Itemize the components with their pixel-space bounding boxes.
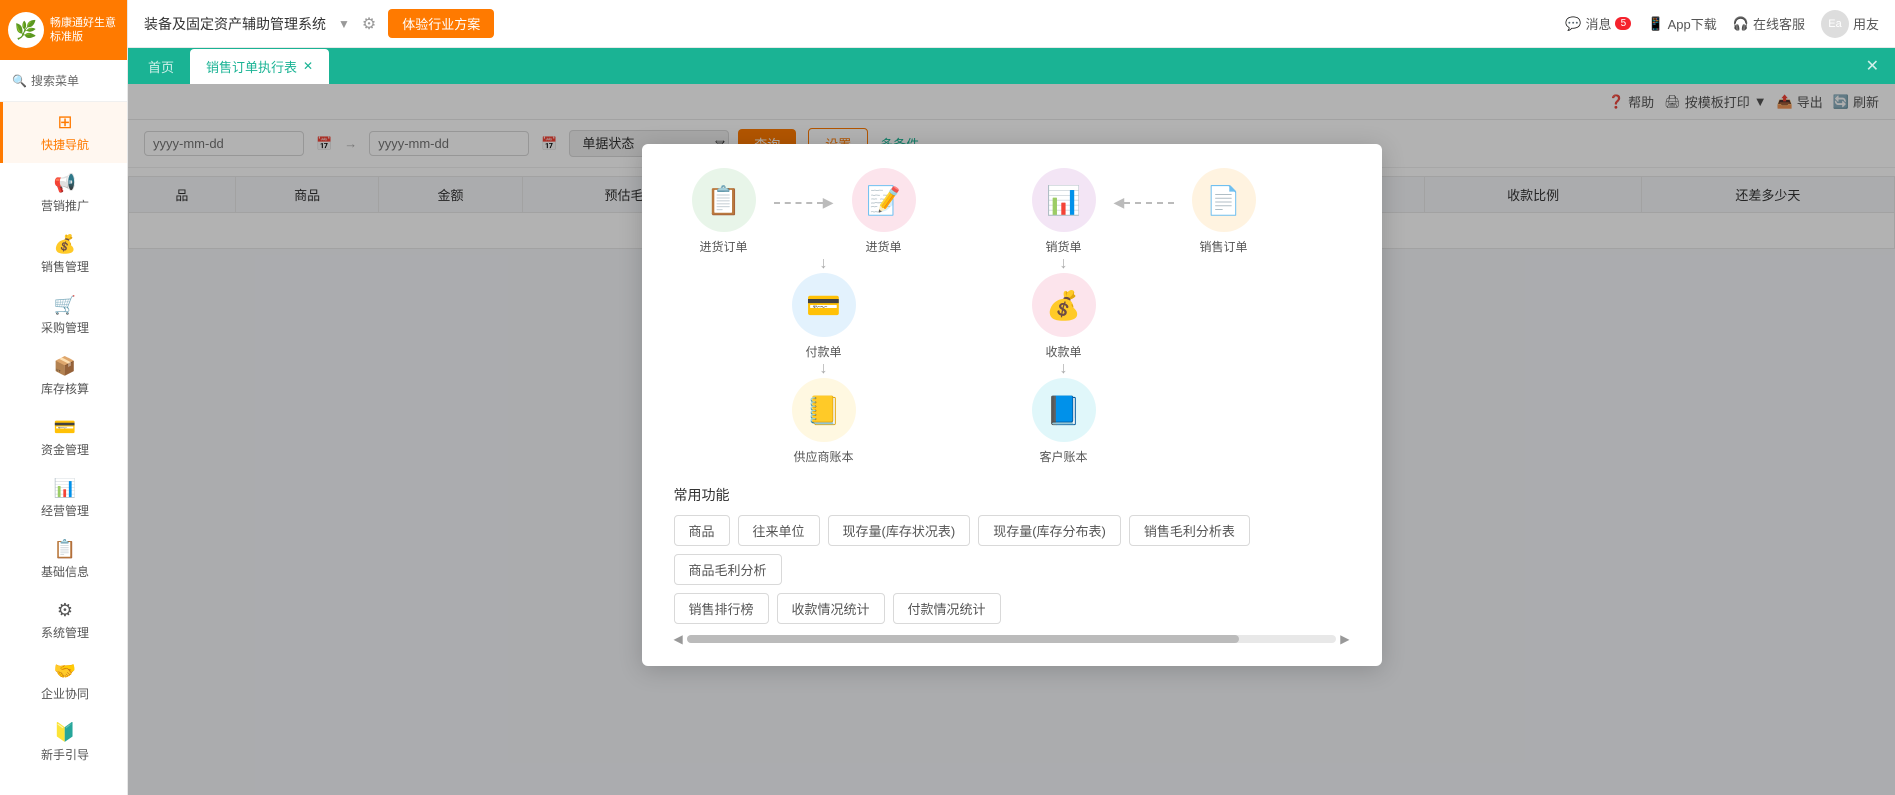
system-dropdown-icon[interactable]: ▼ (338, 17, 350, 31)
basic-info-icon: 📋 (54, 539, 76, 560)
logo-area: 🌿 畅康通好生意 标准版 (0, 0, 127, 60)
wf-node-sales-bill[interactable]: 📊 销货单 (1014, 168, 1114, 255)
wf-node-receipt-bill[interactable]: 💰 收款单 (1014, 273, 1114, 360)
cf-btn-product[interactable]: 商品 (674, 515, 730, 546)
tab-home[interactable]: 首页 (132, 49, 190, 84)
cf-btn-product-margin[interactable]: 商品毛利分析 (674, 554, 782, 585)
user-menu[interactable]: Ea 用友 (1821, 10, 1879, 38)
sidebar-item-marketing[interactable]: 📢 营销推广 (0, 163, 127, 224)
close-all-tabs-icon[interactable]: ✕ (1850, 48, 1895, 84)
inventory-icon: 📦 (54, 356, 76, 377)
sidebar-search[interactable]: 🔍 搜索菜单 (0, 60, 127, 102)
headset-icon: 🎧 (1733, 16, 1749, 32)
main-area: 装备及固定资产辅助管理系统 ▼ ⚙ 体验行业方案 💬 消息 5 📱 App下载 … (128, 0, 1895, 795)
arrow-2: ◀ (1114, 194, 1174, 211)
purchase-order-circle: 📋 (692, 168, 756, 232)
sidebar-item-finance[interactable]: 💳 资金管理 (0, 407, 127, 468)
common-functions-title: 常用功能 (674, 485, 1350, 505)
logo-sub: 标准版 (50, 30, 116, 44)
customer-account-circle: 📘 (1032, 378, 1096, 442)
operations-icon: 📊 (54, 478, 76, 499)
guide-icon: 🔰 (54, 722, 76, 743)
page-content: ❓ 帮助 🖨 按模板打印 ▼ 📤 导出 🔄 刷新 (128, 84, 1895, 795)
cf-btn-stock-status[interactable]: 现存量(库存状况表) (828, 515, 971, 546)
tabbar: 首页 销售订单执行表 ✕ ✕ (128, 48, 1895, 84)
scrollbar-thumb (687, 635, 1239, 643)
topbar-right: 💬 消息 5 📱 App下载 🎧 在线客服 Ea 用友 (1565, 10, 1879, 38)
scrollbar-track[interactable] (687, 635, 1337, 643)
wf-node-purchase-bill[interactable]: 📝 进货单 (834, 168, 934, 255)
avatar: Ea (1821, 10, 1849, 38)
common-functions: 常用功能 商品 往来单位 现存量(库存状况表) 现存量(库存分布表) 销售毛利分… (674, 485, 1350, 624)
logo-icon: 🌿 (8, 12, 44, 48)
cf-btn-sales-margin[interactable]: 销售毛利分析表 (1129, 515, 1250, 546)
search-menu-button[interactable]: 🔍 搜索菜单 (8, 68, 119, 93)
cf-btn-partners[interactable]: 往来单位 (738, 515, 820, 546)
logo-name: 畅康通好生意 (50, 16, 116, 30)
sidebar-item-system[interactable]: ⚙ 系统管理 (0, 590, 127, 651)
cf-btn-sales-ranking[interactable]: 销售排行榜 (674, 593, 769, 624)
finance-icon: 💳 (54, 417, 76, 438)
topbar: 装备及固定资产辅助管理系统 ▼ ⚙ 体验行业方案 💬 消息 5 📱 App下载 … (128, 0, 1895, 48)
message-badge: 5 (1615, 17, 1631, 30)
phone-icon: 📱 (1647, 16, 1663, 32)
payment-bill-circle: 💳 (792, 273, 856, 337)
purchase-icon: 🛒 (54, 295, 76, 316)
scrollbar-left-arrow[interactable]: ◀ (674, 632, 683, 646)
workflow-modal: 📋 进货订单 ▶ 📝 (642, 144, 1382, 666)
app-download-button[interactable]: 📱 App下载 (1647, 14, 1716, 33)
sidebar-item-operations[interactable]: 📊 经营管理 (0, 468, 127, 529)
sales-order-circle: 📄 (1192, 168, 1256, 232)
cf-btn-receipt-stats[interactable]: 收款情况统计 (777, 593, 885, 624)
wf-node-customer-account[interactable]: 📘 客户账本 (1014, 378, 1114, 465)
sales-icon: 💰 (54, 234, 76, 255)
search-icon: 🔍 (12, 74, 27, 88)
tab-close-icon[interactable]: ✕ (303, 59, 313, 73)
cf-btn-stock-dist[interactable]: 现存量(库存分布表) (978, 515, 1121, 546)
sidebar-navigation: ⊞ 快捷导航 📢 营销推广 💰 销售管理 🛒 采购管理 📦 库存核算 💳 资金管… (0, 102, 127, 795)
arrow-1: ▶ (774, 194, 834, 211)
workflow-row-1: 📋 进货订单 ▶ 📝 (674, 168, 1350, 255)
logo-text: 畅康通好生意 标准版 (50, 16, 116, 45)
gear-icon[interactable]: ⚙ (362, 14, 376, 34)
tab-sales-order-execution[interactable]: 销售订单执行表 ✕ (190, 49, 329, 84)
workflow-row-3: 💳 付款单 💰 收款单 (674, 273, 1350, 360)
system-icon: ⚙ (57, 600, 73, 621)
modal-overlay[interactable]: 📋 进货订单 ▶ 📝 (128, 84, 1895, 795)
wf-node-sales-order[interactable]: 📄 销售订单 (1174, 168, 1274, 255)
wf-node-payment-bill[interactable]: 💳 付款单 (774, 273, 874, 360)
sidebar-item-guide[interactable]: 🔰 新手引导 (0, 712, 127, 773)
workflow-row-2-arrows: ↓ ↓ (674, 255, 1350, 273)
marketing-icon: 📢 (54, 173, 76, 194)
sidebar-item-inventory[interactable]: 📦 库存核算 (0, 346, 127, 407)
wf-node-supplier-account[interactable]: 📒 供应商账本 (774, 378, 874, 465)
sidebar-item-quick-nav[interactable]: ⊞ 快捷导航 (0, 102, 127, 163)
workflow-row-4-arrows: ↓ ↓ (674, 360, 1350, 378)
experience-button[interactable]: 体验行业方案 (388, 9, 494, 38)
common-functions-row1: 商品 往来单位 现存量(库存状况表) 现存量(库存分布表) 销售毛利分析表 商品… (674, 515, 1350, 585)
sales-bill-circle: 📊 (1032, 168, 1096, 232)
message-icon: 💬 (1565, 16, 1581, 32)
online-service-button[interactable]: 🎧 在线客服 (1733, 14, 1805, 33)
cf-btn-payment-stats[interactable]: 付款情况统计 (893, 593, 1001, 624)
message-button[interactable]: 💬 消息 5 (1565, 14, 1631, 33)
wf-node-purchase-order[interactable]: 📋 进货订单 (674, 168, 774, 255)
sidebar-item-purchase[interactable]: 🛒 采购管理 (0, 285, 127, 346)
quick-nav-icon: ⊞ (57, 112, 72, 133)
sidebar: 🌿 畅康通好生意 标准版 🔍 搜索菜单 ⊞ 快捷导航 📢 营销推广 💰 销售管理… (0, 0, 128, 795)
modal-scrollbar: ◀ ▶ (674, 632, 1350, 646)
enterprise-icon: 🤝 (54, 661, 76, 682)
workflow-row-5: 📒 供应商账本 📘 客户账本 (674, 378, 1350, 465)
scrollbar-right-arrow[interactable]: ▶ (1340, 632, 1349, 646)
workflow-diagram: 📋 进货订单 ▶ 📝 (674, 168, 1350, 465)
common-functions-row2: 销售排行榜 收款情况统计 付款情况统计 (674, 593, 1350, 624)
sidebar-item-sales[interactable]: 💰 销售管理 (0, 224, 127, 285)
sidebar-item-enterprise[interactable]: 🤝 企业协同 (0, 651, 127, 712)
purchase-bill-circle: 📝 (852, 168, 916, 232)
supplier-account-circle: 📒 (792, 378, 856, 442)
receipt-bill-circle: 💰 (1032, 273, 1096, 337)
system-title: 装备及固定资产辅助管理系统 (144, 14, 326, 34)
sidebar-item-basic-info[interactable]: 📋 基础信息 (0, 529, 127, 590)
